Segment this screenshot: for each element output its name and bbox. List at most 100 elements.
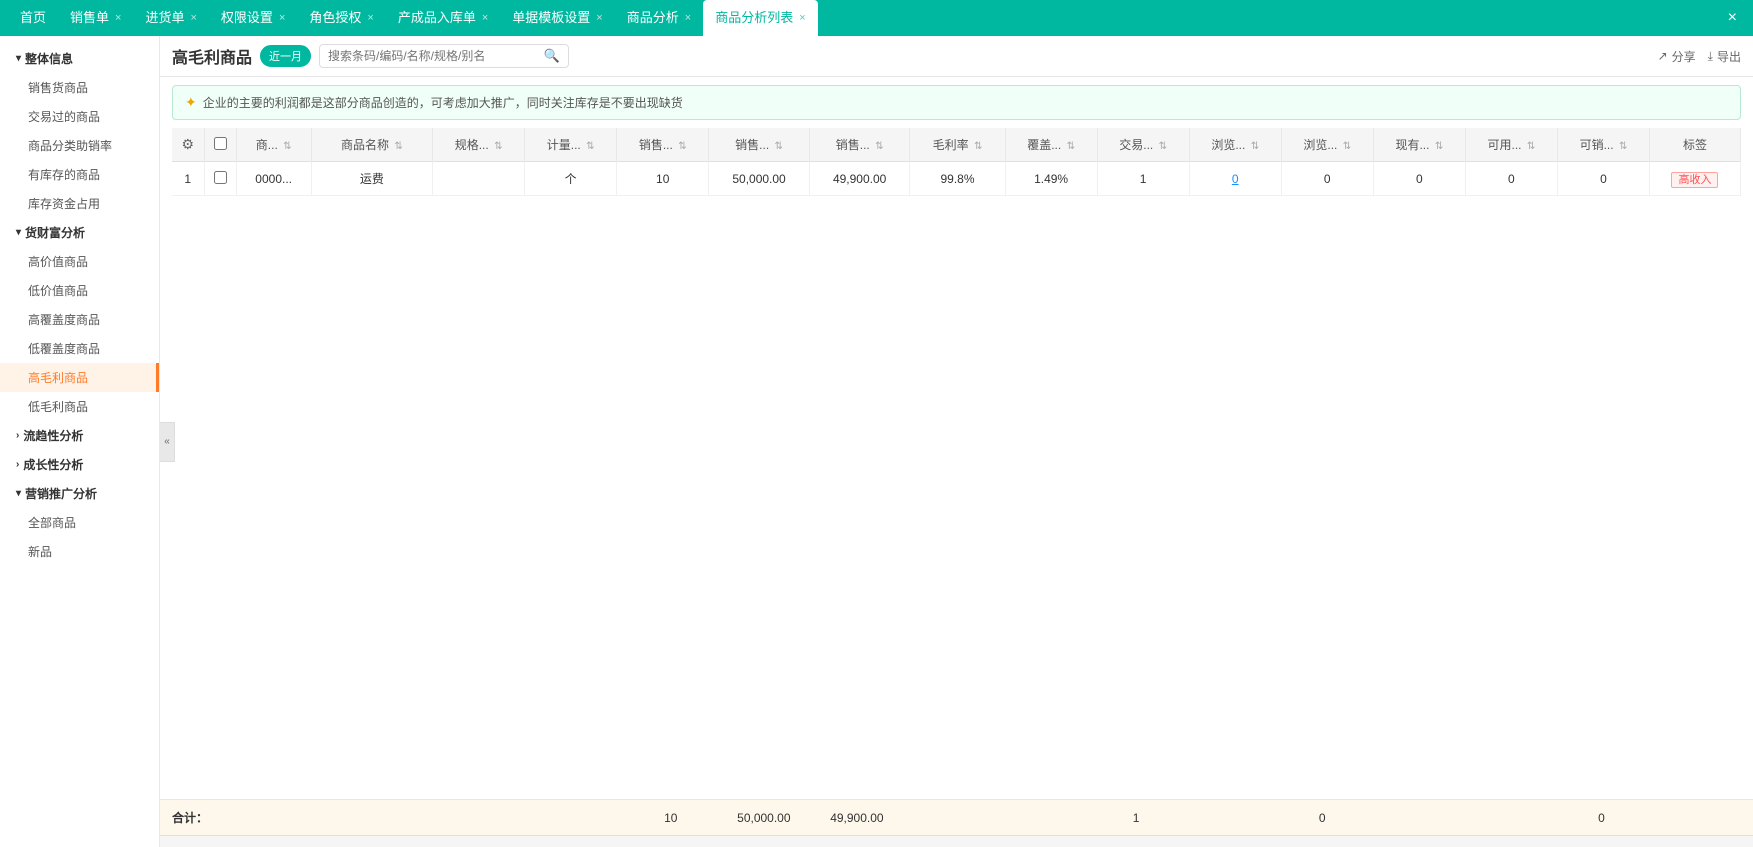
tab-sales-order[interactable]: 销售单 × [58,0,133,36]
cell-tag: 高收入 [1649,162,1740,196]
tab-purchase-order[interactable]: 进货单 × [133,0,208,36]
sidebar-item-new-goods[interactable]: 新品 [0,537,159,566]
column-current[interactable]: 现有... ⇅ [1373,128,1465,162]
cell-unit: 个 [525,162,617,196]
footer-cell-sales-amount: 50,000.00 [717,811,810,825]
tab-product-analysis[interactable]: 商品分析 × [615,0,703,36]
tab-home[interactable]: 首页 [8,0,58,36]
tag-high-income: 高收入 [1671,172,1718,188]
footer-cell-empty7 [1183,811,1276,825]
sort-icon-name: ⇅ [394,141,402,152]
footer-cell-sales-qty: 10 [624,811,717,825]
sort-icon-current: ⇅ [1435,141,1443,152]
cell-checkbox[interactable] [204,162,236,196]
tab-product-analysis-list[interactable]: 商品分析列表 × [703,0,817,36]
sort-icon-view1: ⇅ [1251,141,1259,152]
row-checkbox[interactable] [214,171,227,184]
share-button[interactable]: ↗ 分享 [1658,48,1696,65]
sidebar-item-all-goods[interactable]: 全部商品 [0,508,159,537]
close-tab-template[interactable]: × [596,0,602,36]
main-layout: ▾ 整体信息 销售货商品 交易过的商品 商品分类助销率 有库存的商品 库存资金占… [0,36,1753,847]
footer-cell-empty6 [997,811,1090,825]
sidebar-item-low-value[interactable]: 低价值商品 [0,276,159,305]
column-sales-cost[interactable]: 销售... ⇅ [809,128,910,162]
column-gross-margin[interactable]: 毛利率 ⇅ [910,128,1005,162]
cell-index: 1 [172,162,204,196]
column-tag[interactable]: 标签 [1649,128,1740,162]
share-icon: ↗ [1658,49,1668,63]
search-box: 🔍 [319,44,569,68]
column-trade[interactable]: 交易... ⇅ [1097,128,1189,162]
settings-icon[interactable]: ⚙ [181,136,194,152]
sidebar-item-low-coverage[interactable]: 低覆盖度商品 [0,334,159,363]
close-tab-inbound[interactable]: × [482,0,488,36]
table-row: 1 0000... 运费 个 10 50,000.00 49,900.00 99… [172,162,1741,196]
horizontal-scrollbar[interactable] [160,835,1753,847]
search-input[interactable] [328,49,544,63]
column-code[interactable]: 商... ⇅ [236,128,311,162]
footer-cell-sales-cost: 49,900.00 [810,811,903,825]
column-view1[interactable]: 浏览... ⇅ [1189,128,1281,162]
column-available[interactable]: 可用... ⇅ [1465,128,1557,162]
footer-cell-view2: 0 [1276,811,1369,825]
close-tab-analysis-list[interactable]: × [799,0,805,36]
close-tab-permission[interactable]: × [279,0,285,36]
sidebar-item-high-margin[interactable]: 高毛利商品 [0,363,159,392]
sidebar-item-high-value[interactable]: 高价值商品 [0,247,159,276]
footer-cell-empty8 [1369,811,1462,825]
column-unit[interactable]: 计量... ⇅ [525,128,617,162]
sidebar-group-flow[interactable]: › 流趋性分析 [0,421,159,450]
column-checkbox[interactable] [204,128,236,162]
sidebar-group-general[interactable]: ▾ 整体信息 [0,44,159,73]
filter-recent-month-button[interactable]: 近一月 [260,45,311,67]
column-name[interactable]: 商品名称 ⇅ [311,128,432,162]
sidebar-group-growth[interactable]: › 成长性分析 [0,450,159,479]
chevron-down-icon: ▾ [16,53,21,64]
column-settings[interactable]: ⚙ [172,128,204,162]
sort-icon-code: ⇅ [283,141,291,152]
sort-icon-sales-qty: ⇅ [678,141,686,152]
sidebar-group-marketing[interactable]: ▾ 营销推广分析 [0,479,159,508]
sidebar-item-stock-funds[interactable]: 库存资金占用 [0,189,159,218]
close-tab-sales[interactable]: × [115,0,121,36]
footer-cell-empty5 [903,811,996,825]
cell-trade: 1 [1097,162,1189,196]
cell-gross-margin: 99.8% [910,162,1005,196]
cell-code: 0000... [236,162,311,196]
sidebar-item-instock-goods[interactable]: 有库存的商品 [0,160,159,189]
sidebar-group-wealth[interactable]: ▾ 货财富分析 [0,218,159,247]
tab-template-settings[interactable]: 单据模板设置 × [500,0,614,36]
export-button[interactable]: ⤓ 导出 [1708,48,1741,65]
close-tab-role[interactable]: × [367,0,373,36]
close-tab-purchase[interactable]: × [190,0,196,36]
table-header-row: ⚙ 商... ⇅ 商品名称 ⇅ [172,128,1741,162]
sidebar-collapse-button[interactable]: « [160,422,175,462]
tab-permission-settings[interactable]: 权限设置 × [209,0,297,36]
sidebar: ▾ 整体信息 销售货商品 交易过的商品 商品分类助销率 有库存的商品 库存资金占… [0,36,160,847]
select-all-checkbox[interactable] [214,137,227,150]
info-icon: ✦ [185,94,197,111]
sort-icon-sellable: ⇅ [1619,141,1627,152]
sidebar-item-category-rate[interactable]: 商品分类助销率 [0,131,159,160]
close-tab-analysis[interactable]: × [685,0,691,36]
footer-cell-empty1 [252,811,345,825]
sidebar-item-low-margin[interactable]: 低毛利商品 [0,392,159,421]
tab-role-auth[interactable]: 角色授权 × [297,0,385,36]
column-sales-qty[interactable]: 销售... ⇅ [617,128,709,162]
tab-product-inbound[interactable]: 产成品入库单 × [386,0,500,36]
column-view2[interactable]: 浏览... ⇅ [1281,128,1373,162]
column-coverage[interactable]: 覆盖... ⇅ [1005,128,1097,162]
sort-icon-coverage: ⇅ [1067,141,1075,152]
sidebar-item-high-coverage[interactable]: 高覆盖度商品 [0,305,159,334]
sort-icon-unit: ⇅ [586,141,594,152]
cell-view1[interactable]: 0 [1189,162,1281,196]
column-sales-amount[interactable]: 销售... ⇅ [709,128,810,162]
column-sellable[interactable]: 可销... ⇅ [1557,128,1649,162]
close-all-tabs[interactable]: × [1720,9,1745,27]
column-spec[interactable]: 规格... ⇅ [433,128,525,162]
cell-coverage: 1.49% [1005,162,1097,196]
search-icon[interactable]: 🔍 [544,48,560,64]
sidebar-item-traded-goods[interactable]: 交易过的商品 [0,102,159,131]
sidebar-item-sales-goods[interactable]: 销售货商品 [0,73,159,102]
cell-sales-cost: 49,900.00 [809,162,910,196]
